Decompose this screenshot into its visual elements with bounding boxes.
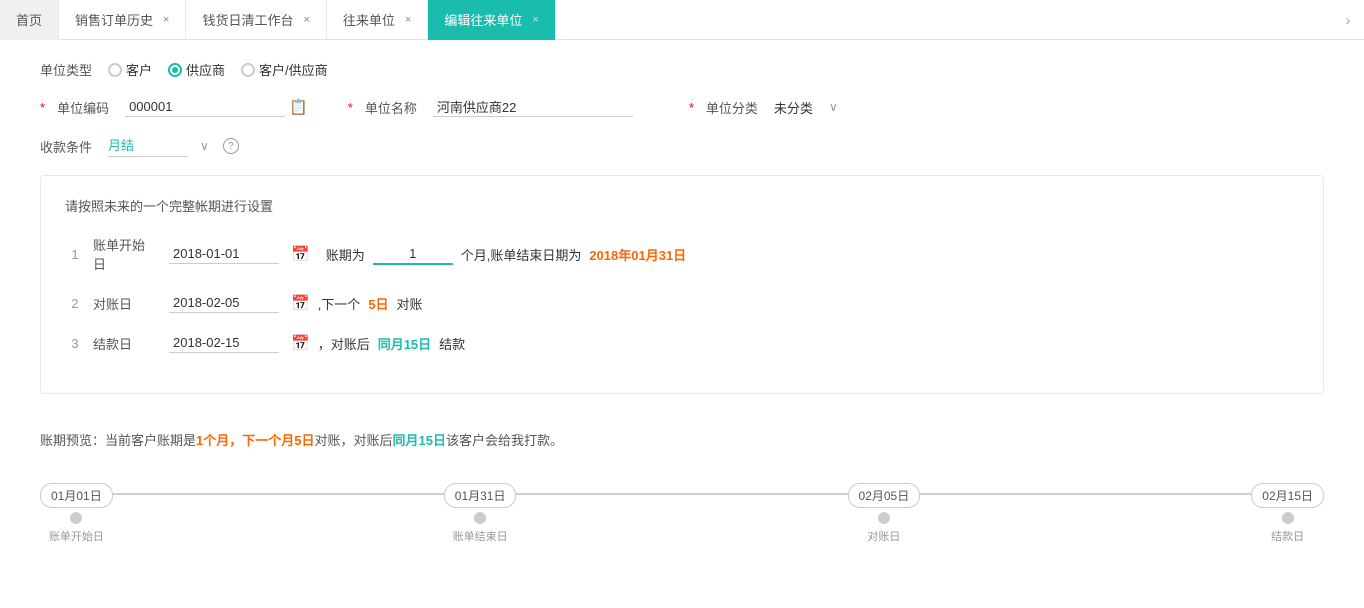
unit-type-radio-group: 客户 供应商 客户/供应商 (108, 60, 328, 79)
timeline-sublabel-1: 账单结束日 (453, 528, 508, 544)
timeline-badge-2: 02月05日 (848, 483, 921, 508)
preview-section: 账期预览：当前客户账期是1个月，下一个月5日对账，对账后同月15日该客户会给我打… (40, 414, 1324, 574)
unit-name-input[interactable] (433, 97, 633, 117)
reconcile-date-label: 对账日 (93, 294, 153, 313)
settings-row-2: 2 对账日 📅 ,下一个 5日 对账 (65, 293, 1299, 313)
timeline-sublabel-2: 对账日 (867, 528, 900, 544)
settings-row-1: 1 账单开始日 📅 账期为 个月,账单结束日期为 2018年01月31日 (65, 235, 1299, 273)
timeline-badge-0: 01月01日 (40, 483, 113, 508)
reconcile-before: ,下一个 (318, 294, 361, 313)
preview-text: 账期预览：当前客户账期是1个月，下一个月5日对账，对账后同月15日该客户会给我打… (40, 430, 1324, 449)
preview-label: 账期预览：当前客户账期是 (40, 433, 196, 448)
tabs-bar: 首页 销售订单历史 × 钱货日清工作台 × 往来单位 × 编辑往来单位 × › (0, 0, 1364, 40)
tab-sales-history[interactable]: 销售订单历史 × (59, 0, 186, 40)
payment-terms-dropdown-icon[interactable]: ∨ (200, 139, 209, 153)
radio-circle-customer (108, 63, 122, 77)
settings-row-3: 3 结款日 📅 ，对账后 同月15日 结款 (65, 333, 1299, 353)
preview-part2: 下一个月5日 (242, 433, 314, 448)
reconcile-after: 对账 (397, 294, 423, 313)
reconcile-date-input[interactable] (169, 293, 279, 313)
timeline: 01月01日账单开始日 01月31日账单结束日 02月05日对账日 02月15日结款日 (40, 473, 1324, 574)
help-icon[interactable]: ? (223, 138, 239, 154)
unit-info-row: * 单位编码 📋 * 单位名称 * 单位分类 未分类 ∨ (40, 97, 1324, 117)
tab-label-home: 首页 (16, 10, 42, 29)
tab-close-sales-history[interactable]: × (163, 14, 169, 26)
tab-label-partner-unit: 往来单位 (343, 10, 395, 29)
timeline-points: 01月01日账单开始日 01月31日账单结束日 02月05日对账日 02月15日结款日 (40, 483, 1324, 544)
tab-close-cash-workbench[interactable]: × (303, 14, 309, 26)
timeline-dot-2 (878, 512, 890, 524)
tab-home[interactable]: 首页 (0, 0, 59, 40)
tab-partner-unit[interactable]: 往来单位 × (327, 0, 428, 40)
unit-name-label: 单位名称 (365, 98, 417, 117)
timeline-badge-3: 02月15日 (1251, 483, 1324, 508)
timeline-point-2: 02月05日对账日 (848, 483, 921, 544)
payment-date-label: 结款日 (93, 334, 153, 353)
radio-circle-supplier (168, 63, 182, 77)
copy-icon[interactable]: 📋 (289, 98, 308, 116)
preview-part5: 该客户会给我打款。 (446, 433, 563, 448)
payment-after: 结款 (439, 334, 465, 353)
payment-terms-label: 收款条件 (40, 137, 92, 156)
unit-category-value: 未分类 (774, 98, 813, 117)
radio-supplier[interactable]: 供应商 (168, 60, 225, 79)
radio-label-supplier: 供应商 (186, 60, 225, 79)
timeline-sublabel-0: 账单开始日 (49, 528, 104, 544)
tab-close-partner-unit[interactable]: × (405, 14, 411, 26)
tab-close-edit-partner[interactable]: × (532, 14, 538, 26)
timeline-badge-1: 01月31日 (444, 483, 517, 508)
tab-label-cash-workbench: 钱货日清工作台 (202, 10, 293, 29)
timeline-dot-1 (474, 512, 486, 524)
start-date-label: 账单开始日 (93, 235, 153, 273)
tabs-arrow[interactable]: › (1340, 12, 1364, 28)
timeline-point-1: 01月31日账单结束日 (444, 483, 517, 544)
payment-date-calendar-icon[interactable]: 📅 (291, 334, 310, 352)
tab-label-edit-partner: 编辑往来单位 (444, 10, 522, 29)
payment-terms-row: 收款条件 月结 ∨ ? (40, 135, 1324, 157)
row-num-3: 3 (65, 336, 85, 351)
payment-highlight: 同月15日 (378, 334, 431, 353)
preview-part3: 对账，对账后 (314, 433, 392, 448)
payment-before: ，对账后 (318, 334, 370, 353)
timeline-point-0: 01月01日账单开始日 (40, 483, 113, 544)
timeline-dot-3 (1282, 512, 1294, 524)
radio-both[interactable]: 客户/供应商 (241, 60, 328, 79)
tab-label-sales-history: 销售订单历史 (75, 10, 153, 29)
unit-code-input[interactable] (125, 97, 285, 117)
unit-type-label: 单位类型 (40, 60, 92, 79)
radio-customer[interactable]: 客户 (108, 60, 152, 79)
unit-type-row: 单位类型 客户 供应商 客户/供应商 (40, 60, 1324, 79)
payment-terms-value: 月结 (108, 135, 188, 157)
start-date-input[interactable] (169, 244, 279, 264)
radio-label-customer: 客户 (126, 60, 152, 79)
start-date-calendar-icon[interactable]: 📅 (291, 245, 310, 263)
timeline-sublabel-3: 结款日 (1271, 528, 1304, 544)
content-area: 单位类型 客户 供应商 客户/供应商 * 单位编码 📋 * 单位名称 * 单位分类 … (0, 40, 1364, 608)
tab-edit-partner[interactable]: 编辑往来单位 × (428, 0, 555, 40)
settings-box: 请按照未来的一个完整帐期进行设置 1 账单开始日 📅 账期为 个月,账单结束日期… (40, 175, 1324, 394)
preview-part1: 1个月， (196, 433, 242, 448)
timeline-dot-0 (70, 512, 82, 524)
unit-category-dropdown-icon[interactable]: ∨ (829, 100, 838, 114)
unit-category-label: 单位分类 (706, 98, 758, 117)
row-num-1: 1 (65, 247, 85, 262)
unit-code-label: 单位编码 (57, 98, 109, 117)
period-value-input[interactable] (373, 244, 453, 265)
reconcile-date-calendar-icon[interactable]: 📅 (291, 294, 310, 312)
reconcile-highlight: 5日 (368, 294, 388, 313)
timeline-point-3: 02月15日结款日 (1251, 483, 1324, 544)
row-num-2: 2 (65, 296, 85, 311)
radio-label-both: 客户/供应商 (259, 60, 328, 79)
radio-circle-both (241, 63, 255, 77)
tab-cash-workbench[interactable]: 钱货日清工作台 × (186, 0, 326, 40)
preview-part4: 同月15日 (393, 433, 446, 448)
payment-date-input[interactable] (169, 333, 279, 353)
period-suffix: 个月,账单结束日期为 (461, 245, 582, 264)
period-prefix: 账期为 (326, 245, 365, 264)
settings-title: 请按照未来的一个完整帐期进行设置 (65, 196, 1299, 215)
period-end-date: 2018年01月31日 (589, 245, 686, 264)
